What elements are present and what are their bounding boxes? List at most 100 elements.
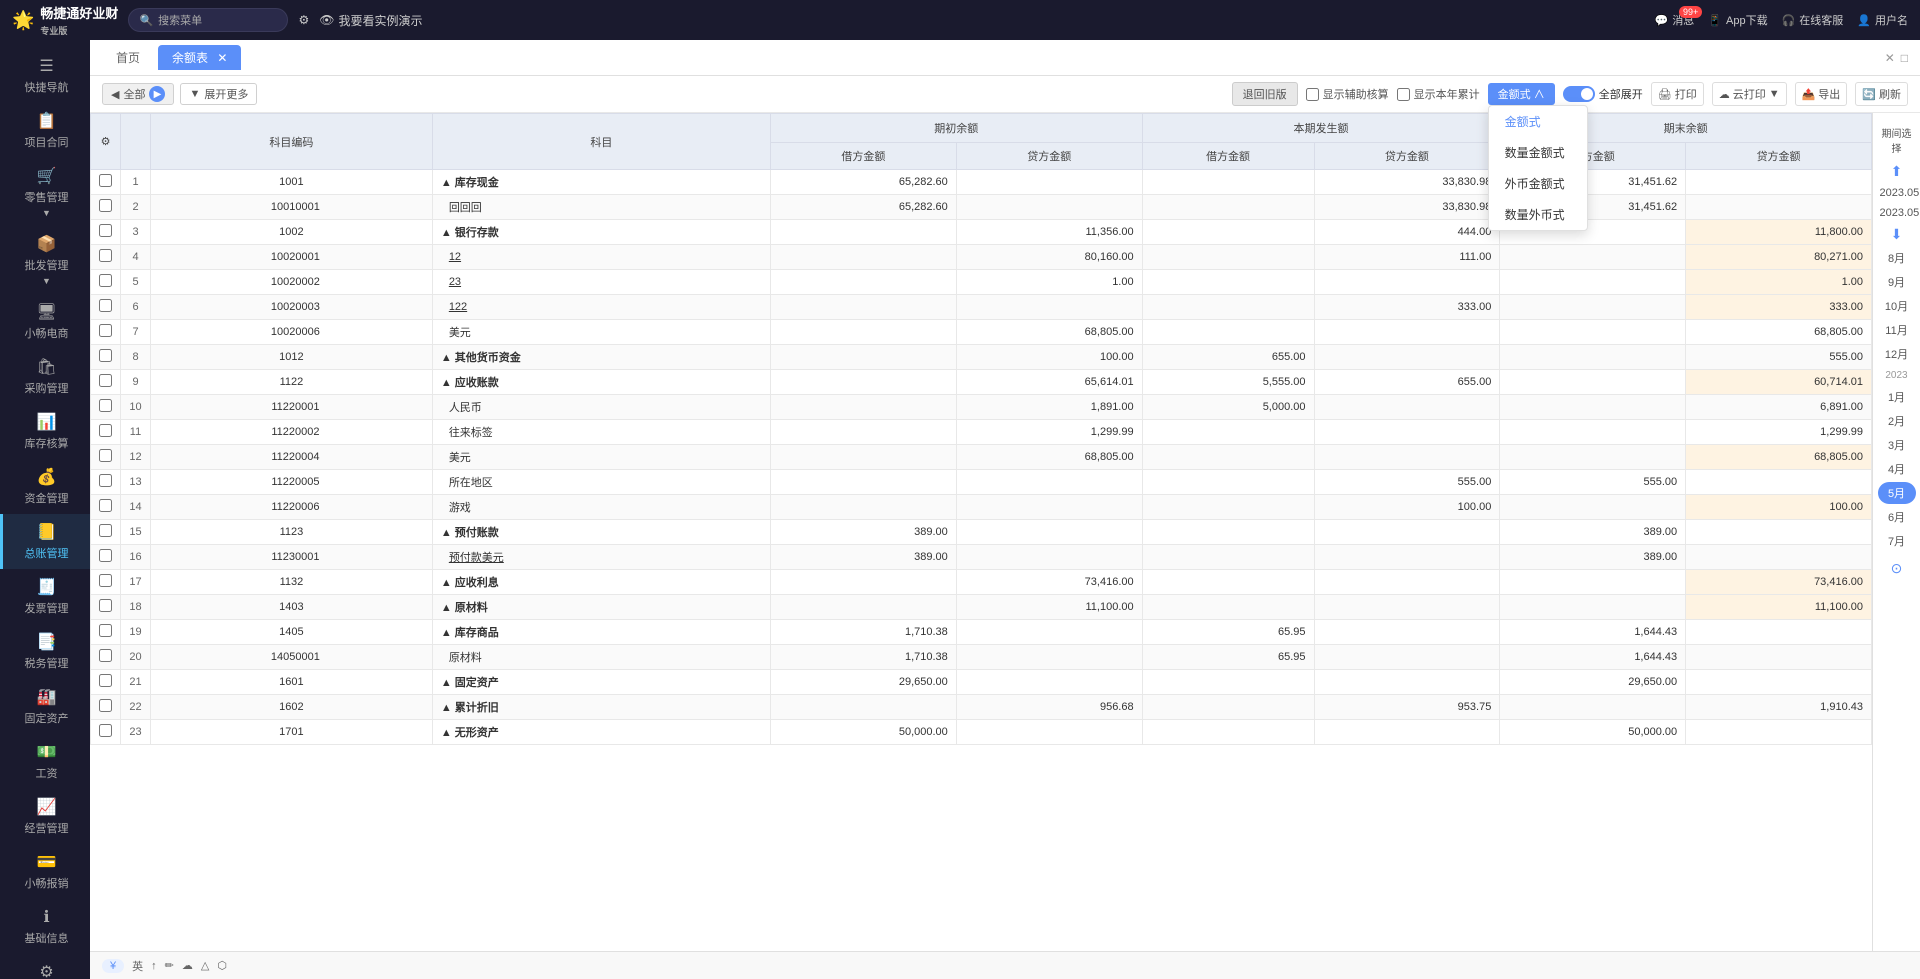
print-btn[interactable]: 🖨 打印 bbox=[1651, 82, 1704, 106]
sidebar-item-small-sales[interactable]: 💳 小畅报销 bbox=[0, 844, 90, 899]
show-year-cumul-checkbox[interactable] bbox=[1397, 88, 1410, 101]
refresh-btn[interactable]: 🔄 刷新 bbox=[1855, 82, 1908, 106]
period-item-7[interactable]: 7月 bbox=[1878, 530, 1916, 552]
message-btn[interactable]: 💬 消息 99+ bbox=[1655, 12, 1695, 28]
row-checkbox[interactable] bbox=[91, 170, 121, 195]
dropdown-item-amount[interactable]: 金额式 bbox=[1489, 106, 1587, 137]
row-checkbox[interactable] bbox=[91, 595, 121, 620]
row-checkbox[interactable] bbox=[91, 720, 121, 745]
tab-close-icon[interactable]: ✕ bbox=[217, 51, 227, 65]
row-checkbox[interactable] bbox=[91, 195, 121, 220]
settings-header[interactable]: ⚙ bbox=[91, 114, 121, 170]
show-auxiliary-checkbox[interactable] bbox=[1306, 88, 1319, 101]
dropdown-item-qty-foreign[interactable]: 数量外币式 bbox=[1489, 199, 1587, 230]
curr-credit bbox=[1314, 645, 1500, 670]
sidebar-item-purchase-mgmt[interactable]: 🛍 采购管理 bbox=[0, 349, 90, 404]
main-layout: ☰ 快捷导航 📋 项目合同 🛒 零售管理 ▼ 📦 批发管理 ▼ 🖥 小畅电商 🛍… bbox=[0, 40, 1920, 979]
online-service-btn[interactable]: 🎧 在线客服 bbox=[1782, 12, 1844, 28]
amount-style-btn[interactable]: 金额式 ∧ bbox=[1488, 83, 1555, 105]
row-checkbox[interactable] bbox=[91, 670, 121, 695]
period-item-3[interactable]: 3月 bbox=[1878, 434, 1916, 456]
expand-more-btn[interactable]: ▼ 展开更多 bbox=[180, 83, 257, 105]
window-close-btn[interactable]: ✕ bbox=[1885, 51, 1895, 65]
period-nav-up[interactable]: ⬆ bbox=[1889, 161, 1905, 182]
curr-credit bbox=[1314, 720, 1500, 745]
sidebar-item-capital-mgmt[interactable]: 💰 资金管理 bbox=[0, 459, 90, 514]
sidebar-item-system-mgmt[interactable]: ⚙ 系统管理 bbox=[0, 954, 90, 979]
period-item-8[interactable]: 8月 bbox=[1878, 247, 1916, 269]
row-checkbox[interactable] bbox=[91, 245, 121, 270]
period-item-5[interactable]: 5月 bbox=[1878, 482, 1916, 504]
period-item-11[interactable]: 11月 bbox=[1878, 319, 1916, 341]
close-credit: 555.00 bbox=[1686, 345, 1872, 370]
currency-status[interactable]: ¥ bbox=[102, 959, 124, 973]
row-checkbox[interactable] bbox=[91, 320, 121, 345]
sidebar-item-tax-mgmt[interactable]: 📑 税务管理 bbox=[0, 624, 90, 679]
row-num: 15 bbox=[121, 520, 151, 545]
user-avatar[interactable]: 👤 用户名 bbox=[1857, 12, 1908, 28]
row-checkbox[interactable] bbox=[91, 345, 121, 370]
period-item-6[interactable]: 6月 bbox=[1878, 506, 1916, 528]
sidebar-item-small-ecom[interactable]: 🖥 小畅电商 bbox=[0, 294, 90, 349]
sidebar-item-inventory-check[interactable]: 📊 库存核算 bbox=[0, 404, 90, 459]
row-checkbox[interactable] bbox=[91, 270, 121, 295]
sidebar-item-operations-mgmt[interactable]: 📈 经营管理 bbox=[0, 789, 90, 844]
return-old-btn[interactable]: 退回旧版 bbox=[1232, 82, 1298, 106]
show-auxiliary-label[interactable]: 显示辅助核算 bbox=[1306, 86, 1389, 102]
period-item-4[interactable]: 4月 bbox=[1878, 458, 1916, 480]
row-checkbox[interactable] bbox=[91, 695, 121, 720]
row-checkbox[interactable] bbox=[91, 470, 121, 495]
sidebar-item-fixed-assets[interactable]: 🏭 固定资产 bbox=[0, 679, 90, 734]
period-item-9[interactable]: 9月 bbox=[1878, 271, 1916, 293]
period-item-2023-05-end[interactable]: 2023.05 bbox=[1878, 204, 1916, 222]
top-settings-icon[interactable]: ⚙ bbox=[298, 13, 309, 27]
period-nav-down[interactable]: ⬇ bbox=[1889, 224, 1905, 245]
period-collapse-btn[interactable]: ⊙ bbox=[1889, 558, 1905, 579]
sidebar-item-salary[interactable]: 💵 工资 bbox=[0, 734, 90, 789]
all-expand-toggle[interactable]: 全部展开 bbox=[1563, 86, 1643, 102]
cloud-print-btn[interactable]: ☁ 云打印 ▼ bbox=[1712, 82, 1787, 106]
breadcrumb-tag[interactable]: ◀ 全部 ▶ bbox=[102, 83, 174, 105]
dropdown-item-foreign-amount[interactable]: 外币金额式 bbox=[1489, 168, 1587, 199]
table-row: 7 10020006 美元 68,805.00 68,805.00 bbox=[91, 320, 1872, 345]
curr-credit: 33,830.98 bbox=[1314, 170, 1500, 195]
row-checkbox[interactable] bbox=[91, 370, 121, 395]
open-credit bbox=[956, 620, 1142, 645]
period-item-1[interactable]: 1月 bbox=[1878, 386, 1916, 408]
tab-home[interactable]: 首页 bbox=[102, 45, 154, 70]
row-checkbox[interactable] bbox=[91, 295, 121, 320]
sidebar-item-general-ledger[interactable]: 📒 总账管理 bbox=[0, 514, 90, 569]
export-btn[interactable]: 📤 导出 bbox=[1795, 82, 1848, 106]
row-num: 16 bbox=[121, 545, 151, 570]
period-item-12[interactable]: 12月 bbox=[1878, 343, 1916, 365]
period-item-10[interactable]: 10月 bbox=[1878, 295, 1916, 317]
edit-status[interactable]: ✏ bbox=[165, 959, 174, 972]
settings-gear-icon[interactable]: ⚙ bbox=[101, 136, 111, 148]
dropdown-item-qty-amount[interactable]: 数量金额式 bbox=[1489, 137, 1587, 168]
search-bar[interactable]: 🔍 搜索菜单 bbox=[128, 8, 288, 32]
period-item-2023-05-start[interactable]: 2023.05 bbox=[1878, 184, 1916, 202]
sidebar-item-quick-nav[interactable]: ☰ 快捷导航 bbox=[0, 48, 90, 103]
tab-balance-sheet[interactable]: 余额表 ✕ bbox=[158, 45, 241, 70]
sidebar-item-invoice-mgmt[interactable]: 🧾 发票管理 bbox=[0, 569, 90, 624]
row-checkbox[interactable] bbox=[91, 545, 121, 570]
sidebar-item-basic-info[interactable]: ℹ 基础信息 bbox=[0, 899, 90, 954]
row-checkbox[interactable] bbox=[91, 620, 121, 645]
row-checkbox[interactable] bbox=[91, 420, 121, 445]
row-checkbox[interactable] bbox=[91, 395, 121, 420]
row-checkbox[interactable] bbox=[91, 645, 121, 670]
sidebar-item-project-contract[interactable]: 📋 项目合同 bbox=[0, 103, 90, 158]
period-item-2[interactable]: 2月 bbox=[1878, 410, 1916, 432]
row-checkbox[interactable] bbox=[91, 220, 121, 245]
row-checkbox[interactable] bbox=[91, 570, 121, 595]
row-checkbox[interactable] bbox=[91, 495, 121, 520]
demo-btn[interactable]: 👁 我要看实例演示 bbox=[319, 12, 422, 29]
app-download-btn[interactable]: 📱 App下载 bbox=[1708, 12, 1767, 28]
window-minimize-btn[interactable]: □ bbox=[1901, 51, 1908, 65]
sidebar-item-retail-mgmt[interactable]: 🛒 零售管理 ▼ bbox=[0, 158, 90, 226]
show-year-cumul-label[interactable]: 显示本年累计 bbox=[1397, 86, 1480, 102]
row-checkbox[interactable] bbox=[91, 445, 121, 470]
lang-status[interactable]: 英 bbox=[132, 958, 143, 974]
sidebar-item-wholesale-mgmt[interactable]: 📦 批发管理 ▼ bbox=[0, 226, 90, 294]
row-checkbox[interactable] bbox=[91, 520, 121, 545]
